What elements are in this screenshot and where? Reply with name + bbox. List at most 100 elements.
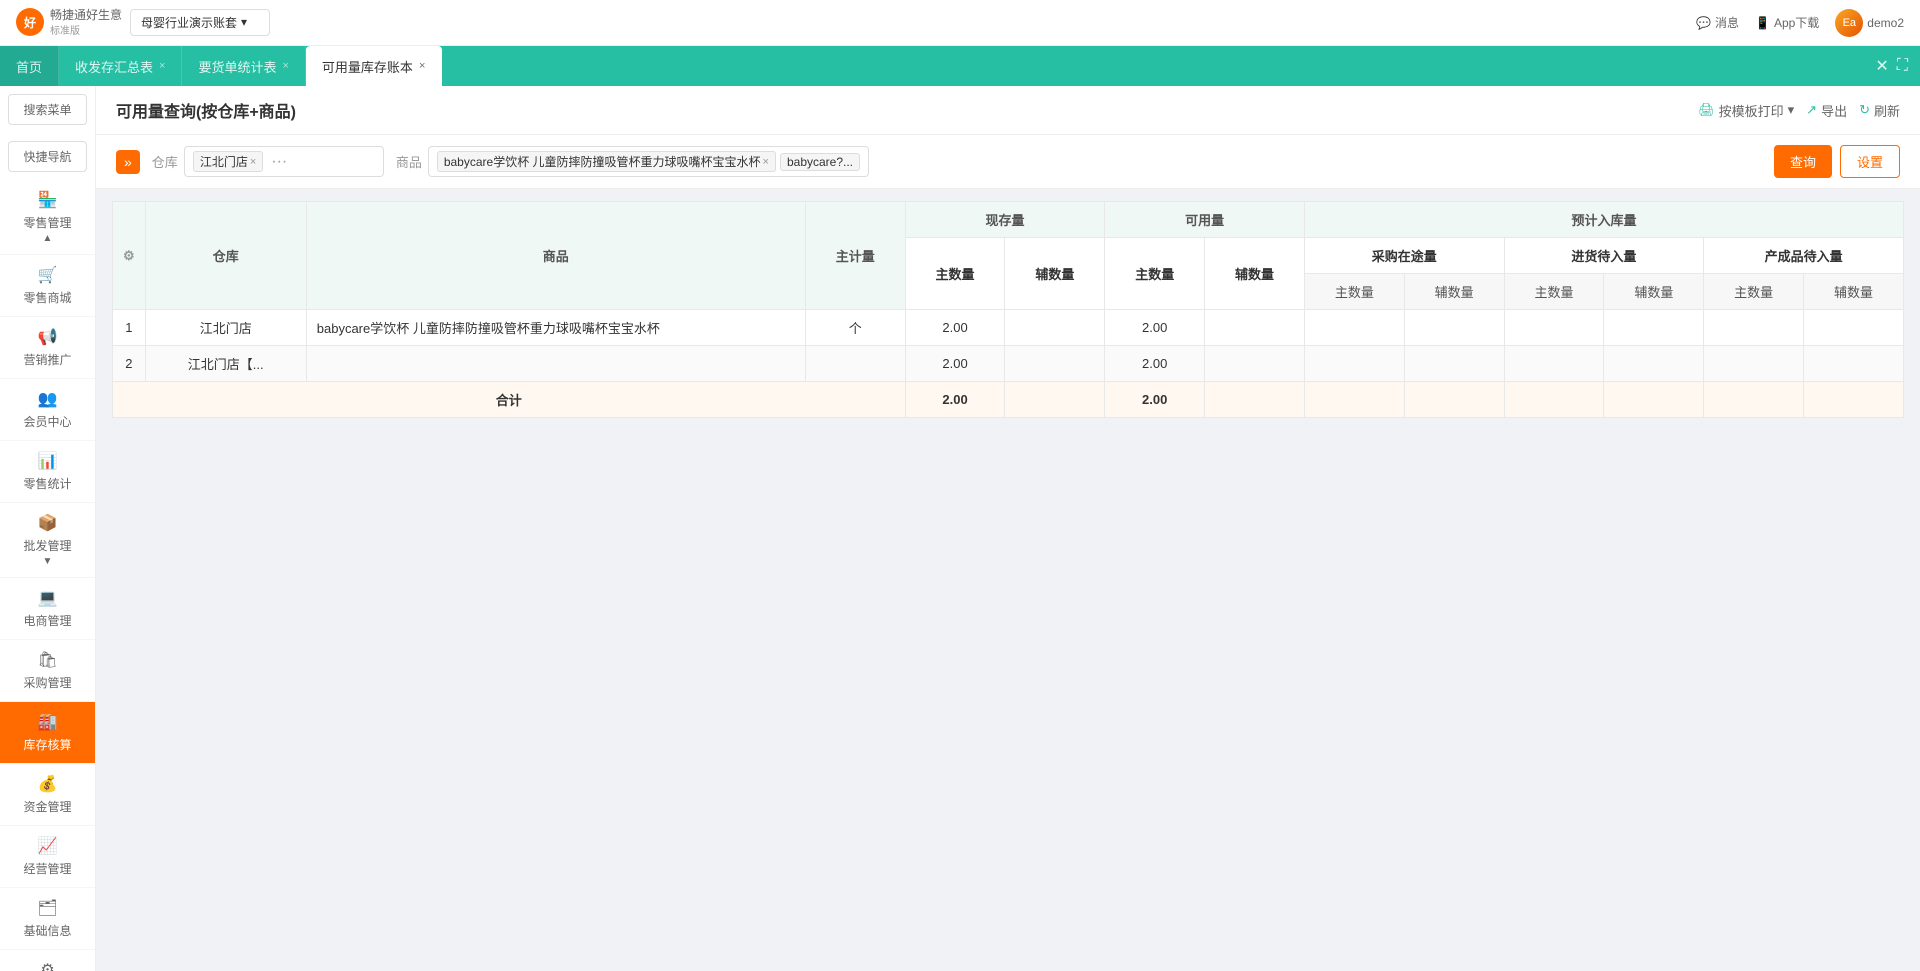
available-main-qty-header: 主数量: [1105, 238, 1205, 310]
sidebar-item-retail-mgmt[interactable]: 🏪 零售管理 ▲: [0, 180, 95, 255]
footer-label: 合计: [113, 382, 906, 418]
sidebar-item-inventory[interactable]: 🏭 库存核算: [0, 702, 95, 764]
row-purchase-transit-main: [1304, 310, 1404, 346]
wholesale-icon: 📦: [38, 513, 58, 533]
page-header: 可用量查询(按仓库+商品) 🖨 按模板打印 ▾ ↗ 导出 ↻ 刷新: [96, 86, 1920, 135]
sidebar-item-purchase[interactable]: 🛍 采购管理: [0, 640, 95, 702]
close-order-tab[interactable]: ×: [282, 60, 288, 72]
tab-available-stock[interactable]: 可用量库存账本 ×: [306, 46, 442, 86]
purchase-inbound-header: 进货待入量: [1504, 238, 1704, 274]
product-input[interactable]: babycare学饮杯 儿童防摔防撞吸管杯重力球吸嘴杯宝宝水杯 × babyca…: [428, 146, 869, 177]
fullscreen-icon[interactable]: ⛶: [1897, 57, 1908, 75]
sidebar-item-marketing[interactable]: 📢 营销推广: [0, 317, 95, 379]
print-icon: 🖨: [1698, 102, 1715, 118]
app-icon: 📱: [1755, 16, 1770, 30]
product-filter: 商品 babycare学饮杯 儿童防摔防撞吸管杯重力球吸嘴杯宝宝水杯 × bab…: [396, 146, 869, 177]
expand-filter-button[interactable]: »: [116, 150, 140, 174]
retail-mall-icon: 🛒: [38, 265, 58, 285]
sidebar-item-retail-mall[interactable]: 🛒 零售商城: [0, 255, 95, 317]
refresh-icon: ↻: [1859, 102, 1870, 118]
setting-button[interactable]: 设置: [1840, 145, 1900, 178]
row-available-aux: [1205, 310, 1305, 346]
retail-mgmt-label: 零售管理: [23, 214, 71, 231]
row-purchase-transit-main: [1304, 346, 1404, 382]
operations-icon: 📈: [38, 836, 58, 856]
warehouse-tag-remove[interactable]: ×: [250, 156, 256, 168]
sidebar-item-system[interactable]: ⚙ 系统管理: [0, 950, 95, 971]
order-tab-label: 要货单统计表: [198, 57, 276, 76]
warehouse-input[interactable]: 江北门店 × ···: [184, 146, 384, 177]
row-production-main: [1704, 346, 1804, 382]
query-button[interactable]: 查询: [1774, 145, 1832, 178]
member-icon: 👥: [38, 389, 58, 409]
sidebar-item-member-center[interactable]: 👥 会员中心: [0, 379, 95, 441]
warehouse-col-header: 仓库: [145, 202, 306, 310]
sidebar-item-wholesale-mgmt[interactable]: 📦 批发管理 ▼: [0, 503, 95, 578]
sidebar-item-finance[interactable]: 💰 资金管理: [0, 764, 95, 826]
quick-nav-area: 快捷导航: [0, 133, 95, 180]
footer-purchase-transit-aux: [1404, 382, 1504, 418]
user-area[interactable]: Ea demo2: [1835, 9, 1904, 37]
warehouse-filter: 仓库 江北门店 × ···: [152, 146, 384, 177]
row-purchase-inbound-aux: [1604, 346, 1704, 382]
logo-subtext: 标准版: [50, 22, 122, 37]
sidebar-item-basic-info[interactable]: 🗂 基础信息: [0, 888, 95, 950]
stock-tab-label: 可用量库存账本: [322, 57, 413, 76]
sidebar-item-retail-stats[interactable]: 📊 零售统计: [0, 441, 95, 503]
close-receipt-tab[interactable]: ×: [159, 60, 165, 72]
close-all-tabs-icon[interactable]: ✕: [1875, 56, 1888, 76]
export-button[interactable]: ↗ 导出: [1806, 101, 1847, 120]
operations-label: 经营管理: [23, 860, 71, 877]
product-col-header: 商品: [306, 202, 805, 310]
sidebar-item-operations[interactable]: 📈 经营管理: [0, 826, 95, 888]
retail-mgmt-icon: 🏪: [38, 190, 58, 210]
row-current-main: 2.00: [905, 346, 1005, 382]
table-settings-icon[interactable]: ⚙: [123, 248, 135, 263]
row-available-main: 2.00: [1105, 310, 1205, 346]
search-menu-button[interactable]: 搜索菜单: [8, 94, 87, 125]
sidebar-item-ecommerce[interactable]: 💻 电商管理: [0, 578, 95, 640]
refresh-button[interactable]: ↻ 刷新: [1859, 101, 1900, 120]
print-chevron-icon: ▾: [1788, 102, 1795, 118]
message-icon: 💬: [1696, 16, 1711, 30]
tenant-select[interactable]: 母婴行业演示账套 ▾: [130, 9, 270, 36]
warehouse-more-icon[interactable]: ···: [267, 153, 291, 171]
basic-info-icon: 🗂: [37, 898, 57, 918]
search-menu-label: 搜索菜单: [23, 103, 71, 117]
row-product: [306, 346, 805, 382]
app-download-action[interactable]: 📱 App下载: [1755, 14, 1819, 31]
retail-mall-label: 零售商城: [23, 289, 71, 306]
row-warehouse: 江北门店: [145, 310, 306, 346]
avatar: Ea: [1835, 9, 1863, 37]
chevron-icon: ▲: [43, 233, 53, 244]
row-index: 2: [113, 346, 146, 382]
message-action[interactable]: 💬 消息: [1696, 14, 1739, 31]
tab-home[interactable]: 首页: [0, 46, 59, 86]
footer-available-main: 2.00: [1105, 382, 1205, 418]
footer-purchase-inbound-main: [1504, 382, 1604, 418]
chevron-down-icon: ▼: [43, 556, 53, 567]
footer-purchase-transit-main: [1304, 382, 1404, 418]
tab-receipt-summary[interactable]: 收发存汇总表 ×: [59, 46, 182, 86]
warehouse-label: 仓库: [152, 152, 178, 171]
filter-bar: » 仓库 江北门店 × ··· 商品 babycare学饮杯 儿童防摔防撞吸管杯…: [96, 135, 1920, 189]
product-tag-1-remove[interactable]: ×: [763, 156, 769, 168]
app-download-label: App下载: [1774, 14, 1819, 31]
row-purchase-transit-aux: [1404, 310, 1504, 346]
receipt-tab-label: 收发存汇总表: [75, 57, 153, 76]
tab-order-stats[interactable]: 要货单统计表 ×: [182, 46, 305, 86]
row-available-aux: [1205, 346, 1305, 382]
footer-current-aux: [1005, 382, 1105, 418]
table-footer-row: 合计 2.00 2.00: [113, 382, 1904, 418]
tenant-name: 母婴行业演示账套: [141, 14, 237, 31]
close-stock-tab[interactable]: ×: [419, 60, 425, 72]
content-area: 可用量查询(按仓库+商品) 🖨 按模板打印 ▾ ↗ 导出 ↻ 刷新 »: [96, 86, 1920, 971]
print-template-button[interactable]: 🖨 按模板打印 ▾: [1698, 101, 1794, 120]
main-layout: 搜索菜单 快捷导航 🏪 零售管理 ▲ 🛒 零售商城 📢 营销推广 👥 会员中心 …: [0, 86, 1920, 971]
nav-tabs: 首页 收发存汇总表 × 要货单统计表 × 可用量库存账本 × ✕ ⛶: [0, 46, 1920, 86]
quick-nav-button[interactable]: 快捷导航: [8, 141, 87, 172]
row-unit: [805, 346, 905, 382]
footer-purchase-inbound-aux: [1604, 382, 1704, 418]
basic-info-label: 基础信息: [23, 922, 71, 939]
available-qty-header: 可用量: [1105, 202, 1305, 238]
